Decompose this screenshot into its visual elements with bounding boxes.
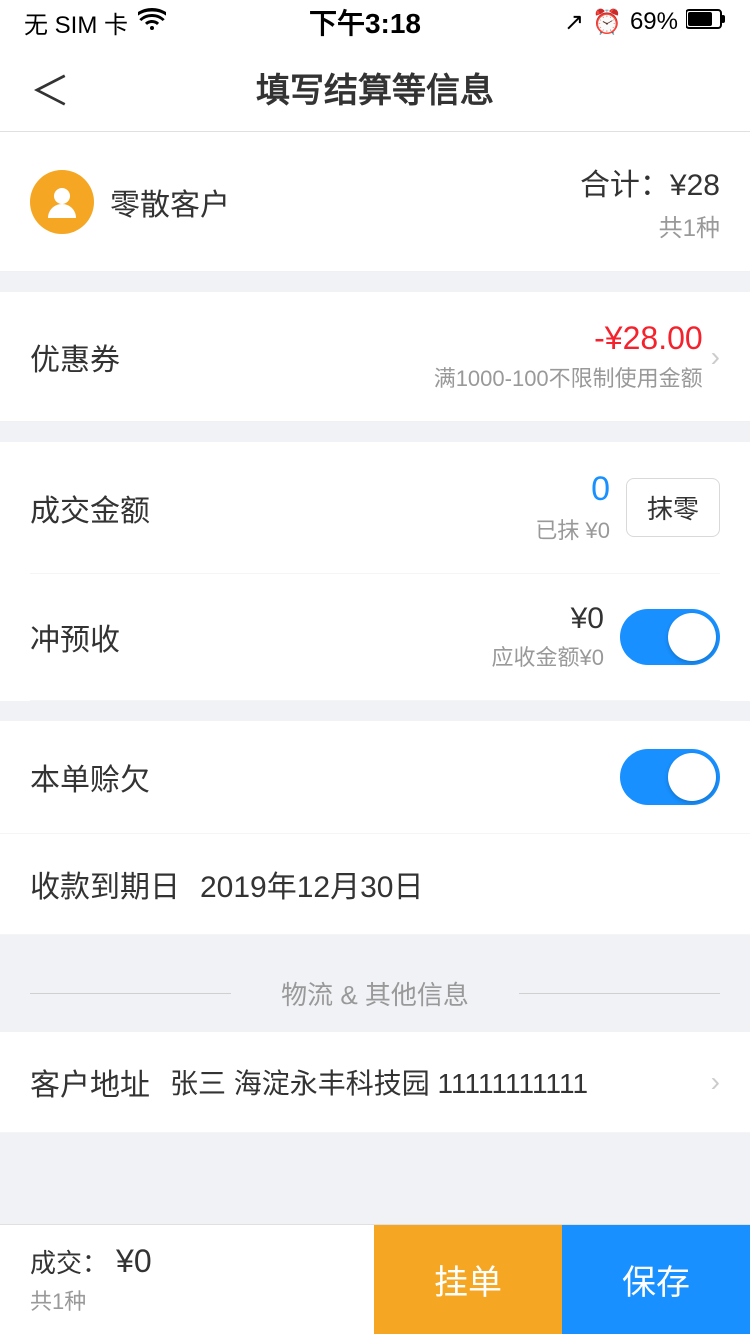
status-bar: 无 SIM 卡 下午3:18 ↗ ⏰ 69% [0, 0, 750, 44]
coupon-discount: -¥28.00 [434, 320, 703, 357]
logistics-section-header: 物流 & 其他信息 [0, 955, 750, 1032]
battery-icon [686, 8, 726, 37]
customer-total: 合计：¥28 共1种 [580, 160, 720, 243]
coupon-desc: 满1000-100不限制使用金额 [434, 361, 703, 393]
coupon-row[interactable]: 优惠券 -¥28.00 满1000-100不限制使用金额 › [0, 292, 750, 422]
debt-toggle-knob [668, 753, 716, 801]
save-button-label: 保存 [622, 1255, 690, 1304]
pre-collect-label: 冲预收 [30, 615, 120, 659]
deal-amount-value[interactable]: 0 [535, 470, 610, 509]
pre-collect-amounts: ¥0 应收金额¥0 [492, 602, 604, 672]
divider-1 [0, 272, 750, 292]
address-label: 客户地址 [30, 1060, 150, 1104]
round-off-button[interactable]: 抹零 [626, 478, 720, 537]
logistics-line-left [30, 993, 231, 994]
pre-collect-toggle[interactable] [620, 609, 720, 665]
nav-bar: ＜ 填写结算等信息 [0, 44, 750, 132]
status-time: 下午3:18 [309, 2, 421, 42]
hold-button[interactable]: 挂单 [374, 1225, 562, 1334]
divider-2 [0, 422, 750, 442]
due-date-value: 2019年12月30日 [200, 862, 423, 906]
status-left: 无 SIM 卡 [24, 5, 166, 40]
bottom-deal: 成交： ¥0 [30, 1243, 374, 1280]
carrier-label: 无 SIM 卡 [24, 5, 128, 40]
status-right: ↗ ⏰ 69% [564, 8, 726, 37]
customer-avatar [30, 170, 94, 234]
bottom-deal-label: 成交： [30, 1243, 108, 1280]
deal-amount-row: 成交金额 0 已抹 ¥0 抹零 [30, 442, 720, 574]
bottom-info: 成交： ¥0 共1种 [0, 1243, 374, 1316]
logistics-label: 物流 & 其他信息 [281, 975, 469, 1012]
debt-row: 本单赊欠 [0, 721, 750, 834]
pre-collect-row: 冲预收 ¥0 应收金额¥0 [30, 574, 720, 701]
coupon-chevron-icon: › [711, 341, 720, 373]
content-area: 零散客户 合计：¥28 共1种 优惠券 -¥28.00 满1000-100不限制… [0, 132, 750, 1253]
save-button[interactable]: 保存 [562, 1225, 750, 1334]
bottom-deal-amount: ¥0 [116, 1243, 152, 1280]
deal-amount-sub: 已抹 ¥0 [535, 513, 610, 545]
divider-4 [0, 935, 750, 955]
address-chevron-icon: › [711, 1066, 720, 1098]
coupon-label: 优惠券 [30, 335, 120, 379]
logistics-label-row: 物流 & 其他信息 [0, 975, 750, 1012]
bottom-summary: 成交： ¥0 共1种 挂单 保存 [0, 1224, 750, 1334]
logistics-line-right [519, 993, 720, 994]
hold-button-label: 挂单 [434, 1255, 502, 1304]
debt-toggle[interactable] [620, 749, 720, 805]
form-section: 成交金额 0 已抹 ¥0 抹零 冲预收 ¥0 应收金额¥0 [0, 442, 750, 701]
customer-info: 零散客户 [30, 170, 230, 234]
toggle-knob [668, 613, 716, 661]
alarm-icon: ⏰ [592, 8, 622, 37]
total-amount: 合计：¥28 [580, 160, 720, 204]
customer-name: 零散客户 [110, 180, 230, 224]
deal-amount-label: 成交金额 [30, 486, 150, 530]
pre-collect-right: ¥0 应收金额¥0 [492, 602, 720, 672]
pre-collect-main: ¥0 [492, 602, 604, 636]
amount-display: 0 已抹 ¥0 [535, 470, 610, 545]
back-button[interactable]: ＜ [30, 59, 70, 117]
bottom-count: 共1种 [30, 1284, 374, 1316]
battery-label: 69% [630, 8, 678, 36]
pre-collect-sub: 应收金额¥0 [492, 640, 604, 672]
page-title: 填写结算等信息 [256, 63, 494, 112]
due-date-label: 收款到期日 [30, 862, 180, 906]
deal-amount-value-area: 0 已抹 ¥0 抹零 [535, 470, 720, 545]
customer-row: 零散客户 合计：¥28 共1种 [0, 132, 750, 272]
wifi-icon [138, 8, 166, 37]
address-value: 张三 海淀永丰科技园 11111111111 [170, 1062, 691, 1102]
due-date-row[interactable]: 收款到期日 2019年12月30日 [0, 834, 750, 935]
coupon-right: -¥28.00 满1000-100不限制使用金额 › [434, 320, 720, 393]
coupon-info: -¥28.00 满1000-100不限制使用金额 [434, 320, 703, 393]
location-icon: ↗ [564, 8, 584, 37]
total-count: 共1种 [580, 208, 720, 243]
divider-3 [0, 701, 750, 721]
debt-label: 本单赊欠 [30, 755, 150, 799]
address-row[interactable]: 客户地址 张三 海淀永丰科技园 11111111111 › [0, 1032, 750, 1133]
